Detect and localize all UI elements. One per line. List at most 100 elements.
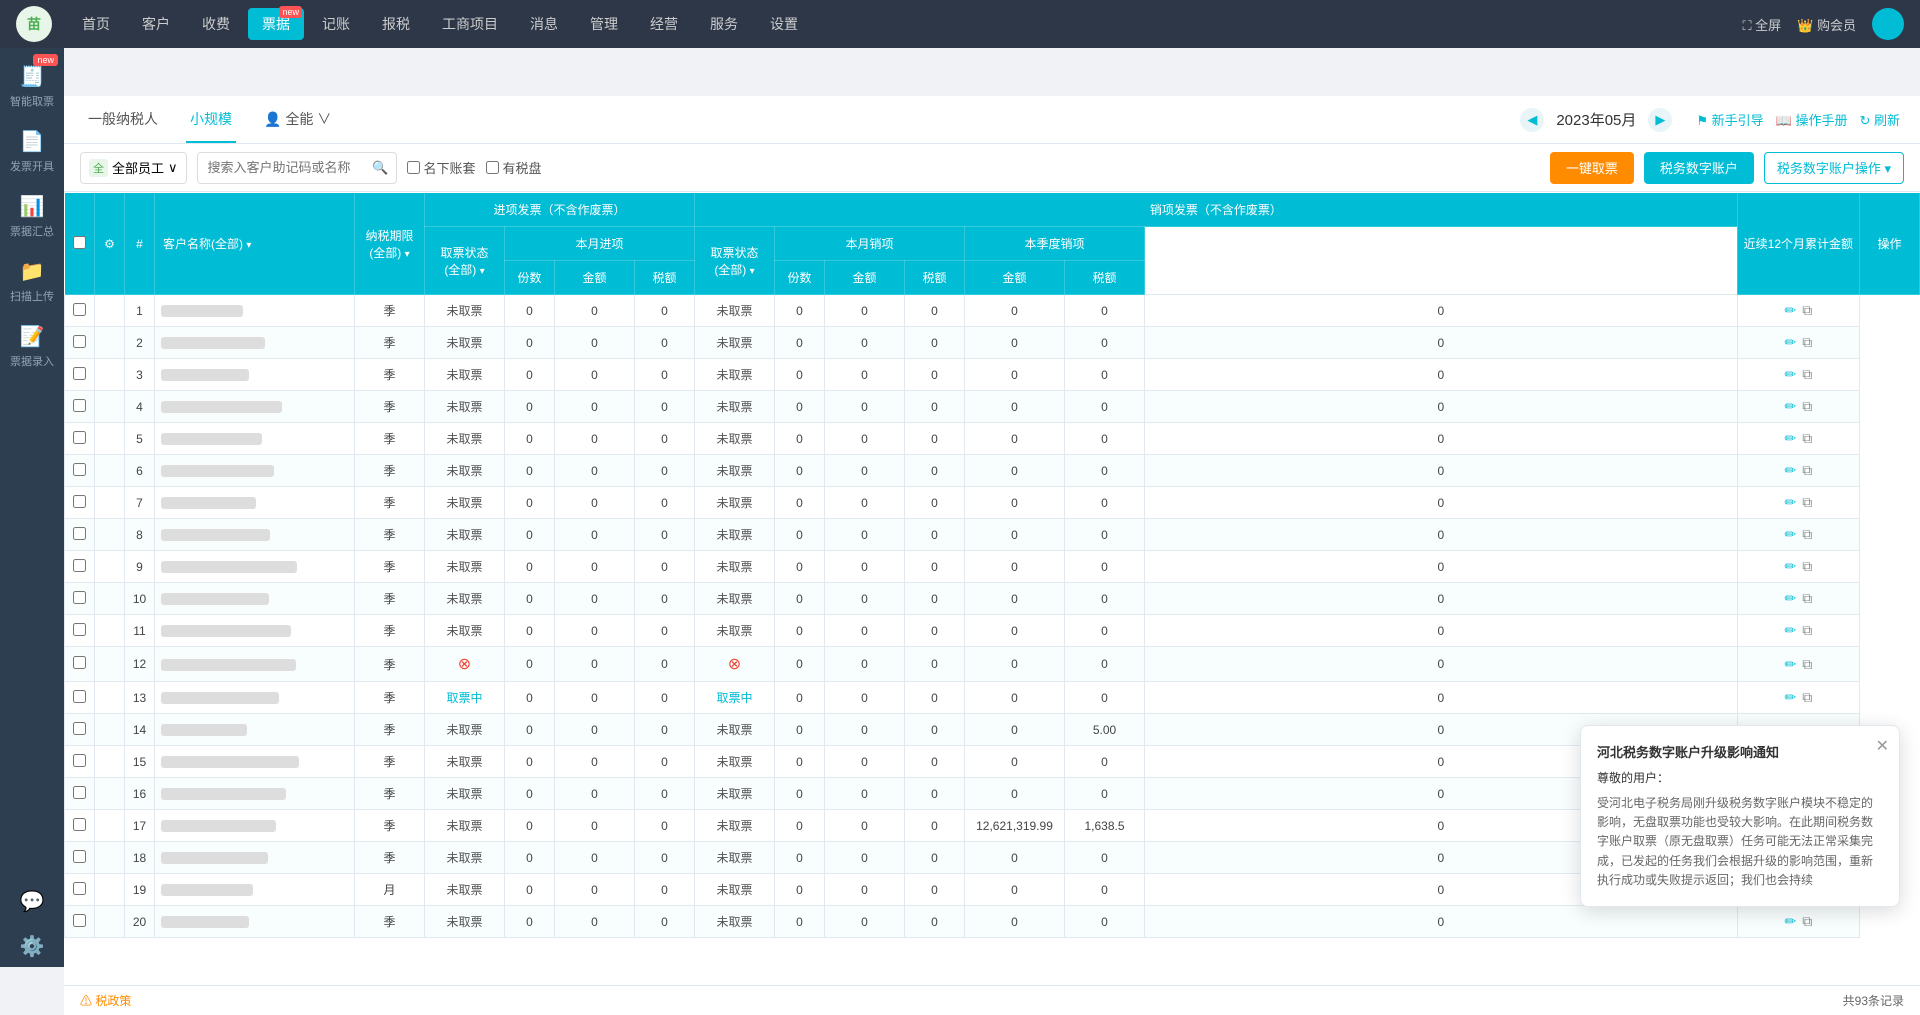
sidebar-item-chat[interactable]: 💬	[4, 881, 60, 922]
row-select-checkbox[interactable]	[73, 786, 86, 799]
new-guide-button[interactable]: ⚑ 新手引导	[1696, 110, 1763, 129]
edit-button[interactable]: ✏	[1784, 526, 1796, 543]
col-settings-header[interactable]: ⚙	[95, 193, 125, 295]
row-select-checkbox[interactable]	[73, 754, 86, 767]
nav-tax[interactable]: 报税	[368, 8, 424, 40]
row-select-checkbox[interactable]	[73, 591, 86, 604]
copy-button[interactable]: ⧉	[1802, 302, 1812, 319]
row-select-checkbox[interactable]	[73, 559, 86, 572]
row-client-name	[155, 874, 355, 906]
sidebar-item-gear[interactable]: ⚙️	[4, 926, 60, 967]
copy-button[interactable]: ⧉	[1802, 334, 1812, 351]
nav-settings[interactable]: 设置	[756, 8, 812, 40]
col-client-name-header[interactable]: 客户名称(全部) ▾	[155, 193, 355, 295]
copy-button[interactable]: ⧉	[1802, 558, 1812, 575]
row-count-out: 0	[775, 778, 825, 810]
row-select-checkbox[interactable]	[73, 882, 86, 895]
nav-service[interactable]: 服务	[696, 8, 752, 40]
copy-button[interactable]: ⧉	[1802, 398, 1812, 415]
row-select-checkbox[interactable]	[73, 495, 86, 508]
tab-general-taxpayer[interactable]: 一般纳税人	[84, 97, 162, 143]
search-input[interactable]	[197, 152, 397, 184]
nav-ticket[interactable]: 票据 new	[248, 8, 304, 40]
col-checkbox-header	[65, 193, 95, 295]
date-next-button[interactable]: ▶	[1648, 108, 1672, 132]
edit-button[interactable]: ✏	[1784, 494, 1796, 511]
tab-small-scale[interactable]: 小规模	[186, 97, 236, 143]
tax-policy-link[interactable]: ⚠ 税政策	[80, 992, 131, 1009]
copy-button[interactable]: ⧉	[1802, 494, 1812, 511]
copy-button[interactable]: ⧉	[1802, 590, 1812, 607]
notification-close-button[interactable]: ✕	[1876, 736, 1889, 756]
sidebar-item-ticket-entry[interactable]: 📝 票据录入	[4, 316, 60, 377]
checkbox-my-accounts[interactable]: 名下账套	[407, 158, 476, 177]
nav-manage[interactable]: 管理	[576, 8, 632, 40]
edit-button[interactable]: ✏	[1784, 398, 1796, 415]
edit-button[interactable]: ✏	[1784, 656, 1796, 673]
operation-manual-button[interactable]: 📖 操作手册	[1776, 110, 1848, 129]
edit-button[interactable]: ✏	[1784, 689, 1796, 706]
copy-button[interactable]: ⧉	[1802, 462, 1812, 479]
row-select-checkbox[interactable]	[73, 335, 86, 348]
row-select-checkbox[interactable]	[73, 914, 86, 927]
checkbox-has-tax-pad-input[interactable]	[486, 161, 499, 174]
copy-button[interactable]: ⧉	[1802, 526, 1812, 543]
refresh-button[interactable]: ↻ 刷新	[1859, 110, 1900, 129]
edit-button[interactable]: ✏	[1784, 558, 1796, 575]
row-select-checkbox[interactable]	[73, 850, 86, 863]
row-select-checkbox[interactable]	[73, 818, 86, 831]
nav-home[interactable]: 首页	[68, 8, 124, 40]
row-select-checkbox[interactable]	[73, 399, 86, 412]
select-all-checkbox[interactable]	[73, 236, 86, 249]
edit-button[interactable]: ✏	[1784, 913, 1796, 930]
copy-button[interactable]: ⧉	[1802, 913, 1812, 930]
row-select-checkbox[interactable]	[73, 431, 86, 444]
copy-button[interactable]: ⧉	[1802, 622, 1812, 639]
edit-button[interactable]: ✏	[1784, 622, 1796, 639]
copy-button[interactable]: ⧉	[1802, 656, 1812, 673]
row-select-checkbox[interactable]	[73, 527, 86, 540]
member-button[interactable]: 👑 购会员	[1797, 15, 1856, 34]
row-select-checkbox[interactable]	[73, 722, 86, 735]
tax-digital-account-button[interactable]: 税务数字账户	[1644, 152, 1754, 184]
copy-button[interactable]: ⧉	[1802, 689, 1812, 706]
sidebar-item-invoice-open[interactable]: 📄 发票开具	[4, 121, 60, 182]
row-select-checkbox[interactable]	[73, 656, 86, 669]
edit-button[interactable]: ✏	[1784, 462, 1796, 479]
date-prev-button[interactable]: ◀	[1520, 108, 1544, 132]
sidebar-item-scan-upload[interactable]: 📁 扫描上传	[4, 251, 60, 312]
row-select-checkbox[interactable]	[73, 463, 86, 476]
row-period: 季	[355, 519, 425, 551]
nav-message[interactable]: 消息	[516, 8, 572, 40]
nav-accounting[interactable]: 记账	[308, 8, 364, 40]
nav-business[interactable]: 工商项目	[428, 8, 512, 40]
employee-select[interactable]: 全 全部员工 ∨	[80, 152, 187, 184]
nav-operation[interactable]: 经营	[636, 8, 692, 40]
col-tax-period-header[interactable]: 纳税期限(全部) ▾	[355, 193, 425, 295]
row-select-checkbox[interactable]	[73, 690, 86, 703]
edit-button[interactable]: ✏	[1784, 302, 1796, 319]
search-icon[interactable]: 🔍	[372, 160, 388, 176]
sidebar-item-ticket-summary[interactable]: 📊 票据汇总	[4, 186, 60, 247]
edit-button[interactable]: ✏	[1784, 366, 1796, 383]
col-out-ticket-status-header[interactable]: 取票状态(全部) ▾	[695, 227, 775, 295]
one-key-ticket-button[interactable]: 一键取票	[1550, 152, 1634, 184]
tab-all-in-one[interactable]: 👤 全能 ∨	[260, 97, 335, 143]
copy-button[interactable]: ⧉	[1802, 430, 1812, 447]
row-select-checkbox[interactable]	[73, 367, 86, 380]
copy-button[interactable]: ⧉	[1802, 366, 1812, 383]
tax-digital-account-ops-button[interactable]: 税务数字账户操作 ▾	[1764, 152, 1904, 184]
nav-client[interactable]: 客户	[128, 8, 184, 40]
edit-button[interactable]: ✏	[1784, 590, 1796, 607]
col-in-ticket-status-header[interactable]: 取票状态(全部) ▾	[425, 227, 505, 295]
edit-button[interactable]: ✏	[1784, 430, 1796, 447]
user-avatar[interactable]	[1872, 8, 1904, 40]
row-select-checkbox[interactable]	[73, 303, 86, 316]
checkbox-my-accounts-input[interactable]	[407, 161, 420, 174]
nav-billing[interactable]: 收费	[188, 8, 244, 40]
row-select-checkbox[interactable]	[73, 623, 86, 636]
edit-button[interactable]: ✏	[1784, 334, 1796, 351]
checkbox-has-tax-pad[interactable]: 有税盘	[486, 158, 542, 177]
row-index: 20	[125, 906, 155, 938]
fullscreen-button[interactable]: ⛶ 全屏	[1742, 15, 1781, 34]
